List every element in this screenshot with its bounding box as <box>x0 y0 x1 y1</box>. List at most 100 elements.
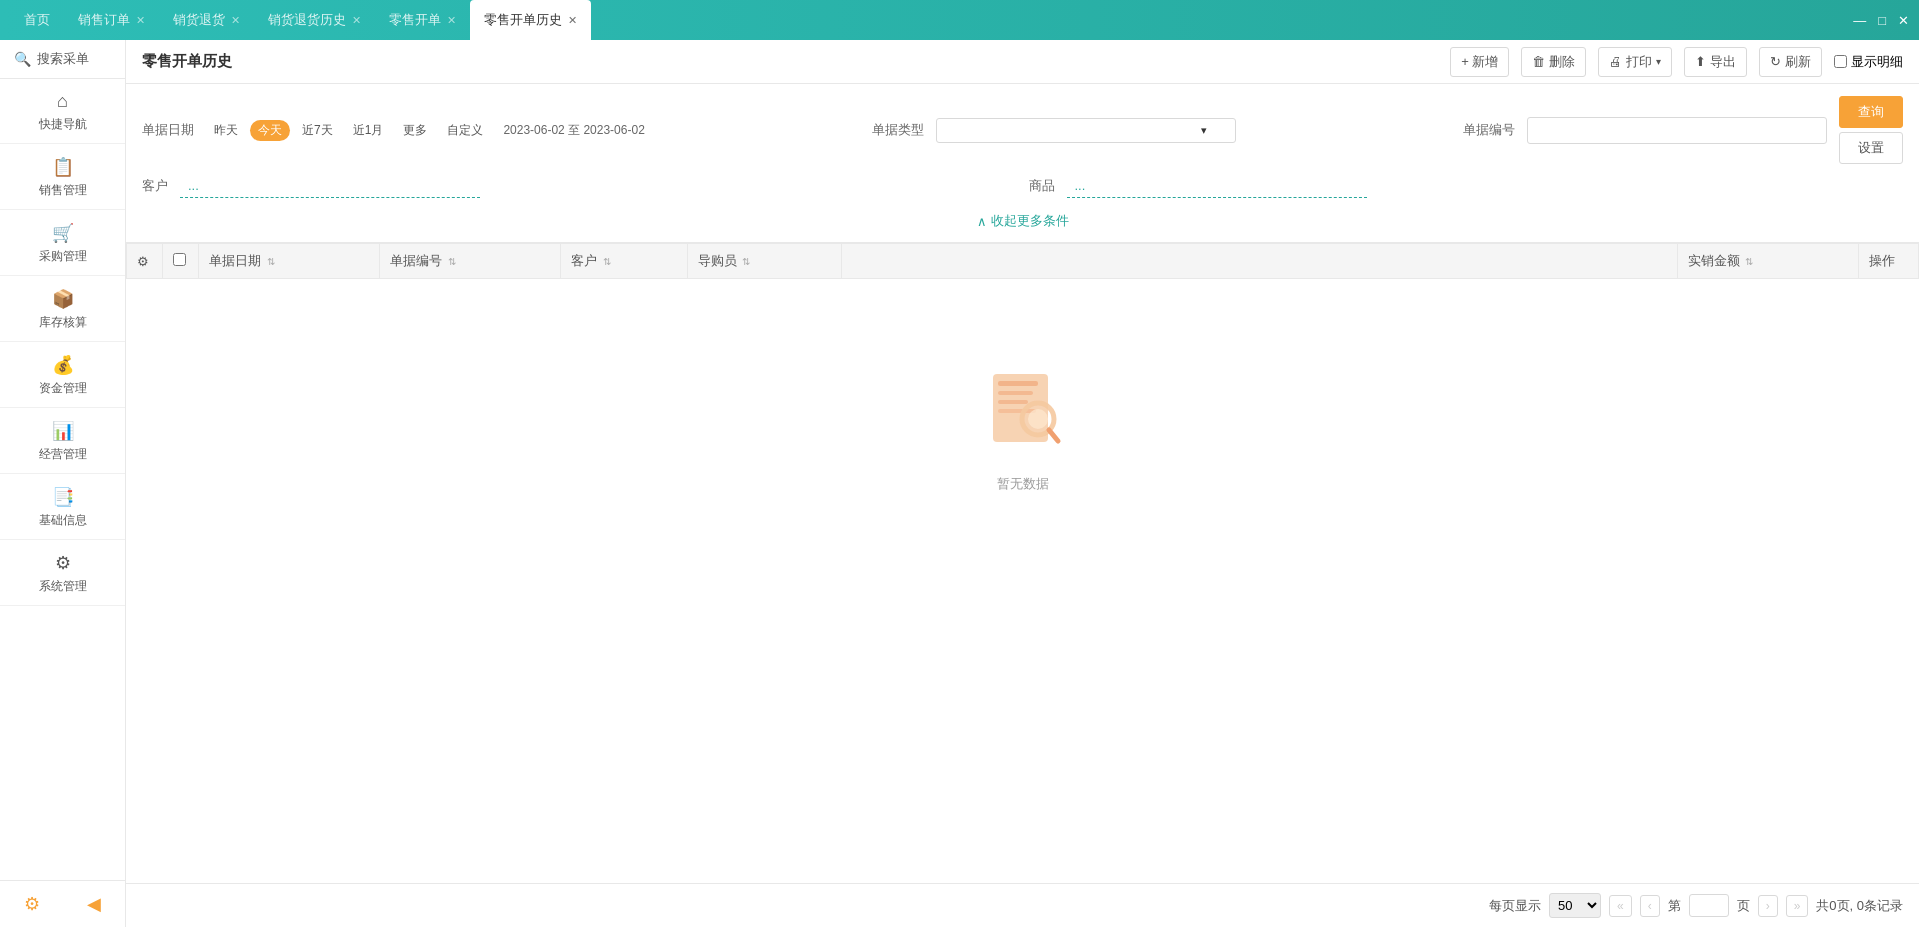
sidebar-item-inventory-label: 库存核算 <box>39 314 87 331</box>
inventory-icon: 📦 <box>52 288 74 310</box>
date-custom[interactable]: 自定义 <box>439 120 491 141</box>
sidebar-item-operations[interactable]: 📊 经营管理 <box>0 408 125 474</box>
collapse-label: 收起更多条件 <box>991 212 1069 230</box>
tab-sales-order[interactable]: 销售订单 ✕ <box>64 0 159 40</box>
product-input[interactable]: ... <box>1067 174 1367 198</box>
column-checkbox[interactable] <box>163 244 199 279</box>
print-button[interactable]: 🖨 🖨 打印 打印 ▾ <box>1598 47 1672 77</box>
sidebar-item-finance-label: 资金管理 <box>39 380 87 397</box>
query-button[interactable]: 查询 <box>1839 96 1903 128</box>
sidebar-item-basic-info-label: 基础信息 <box>39 512 87 529</box>
sidebar-item-purchase[interactable]: 🛒 采购管理 <box>0 210 125 276</box>
sidebar-item-finance[interactable]: 💰 资金管理 <box>0 342 125 408</box>
date-today[interactable]: 今天 <box>250 120 290 141</box>
sidebar-item-system-label: 系统管理 <box>39 578 87 595</box>
sidebar-item-quicknav[interactable]: ⌂ 快捷导航 <box>0 79 125 144</box>
total-info: 共0页, 0条记录 <box>1816 897 1903 915</box>
export-button[interactable]: ⬆ 导出 <box>1684 47 1747 77</box>
tab-retail-order[interactable]: 零售开单 ✕ <box>375 0 470 40</box>
column-spacer <box>841 244 1677 279</box>
page-header: 零售开单历史 + 新增 🗑 删除 🖨 🖨 打印 打印 ▾ ⬆ 导出 ↻ 刷新 显… <box>126 40 1919 84</box>
date-shortcuts: 昨天 今天 近7天 近1月 更多 自定义 <box>206 120 491 141</box>
tab-retail-order-close[interactable]: ✕ <box>447 14 456 27</box>
svg-rect-1 <box>998 381 1038 386</box>
bill-no-input[interactable] <box>1527 117 1827 144</box>
minimize-icon[interactable]: — <box>1853 13 1866 28</box>
column-amount-label: 实销金额 <box>1688 253 1740 268</box>
export-icon: ⬆ <box>1695 54 1706 69</box>
column-customer[interactable]: 客户 ⇅ <box>561 244 688 279</box>
empty-text: 暂无数据 <box>997 475 1049 493</box>
tab-retail-history-close[interactable]: ✕ <box>568 14 577 27</box>
show-detail-label: 显示明细 <box>1851 53 1903 71</box>
column-action-label: 操作 <box>1869 253 1895 268</box>
collapse-up-icon: ∧ <box>977 214 987 229</box>
empty-state: 暂无数据 <box>127 279 1919 573</box>
data-table: ⚙ 单据日期 ⇅ 单据编号 ⇅ 客户 <box>126 243 1919 573</box>
empty-row: 暂无数据 <box>127 279 1919 574</box>
tab-retail-order-label: 零售开单 <box>389 11 441 29</box>
sidebar-search[interactable]: 🔍 搜索采单 <box>0 40 125 79</box>
prev-page-button[interactable]: ‹ <box>1640 895 1660 917</box>
tab-sales-return[interactable]: 销货退货 ✕ <box>159 0 254 40</box>
page-label: 页 <box>1737 897 1750 915</box>
sidebar-settings-icon[interactable]: ⚙ <box>24 893 40 915</box>
column-salesperson[interactable]: 导购员 ⇅ <box>687 244 841 279</box>
customer-label: 客户 <box>142 177 168 195</box>
delete-button[interactable]: 🗑 删除 <box>1521 47 1586 77</box>
bill-type-select[interactable]: ▾ <box>936 118 1236 143</box>
show-detail-checkbox-wrapper[interactable]: 显示明细 <box>1834 53 1903 71</box>
tab-home[interactable]: 首页 <box>10 0 64 40</box>
tab-home-label: 首页 <box>24 11 50 29</box>
last-page-button[interactable]: » <box>1786 895 1809 917</box>
date-1month[interactable]: 近1月 <box>345 120 392 141</box>
select-all-checkbox[interactable] <box>173 253 186 266</box>
page-number-input[interactable]: 1 <box>1689 894 1729 917</box>
pagination-bar: 每页显示 50 10 20 100 « ‹ 第 1 页 › » 共0页, 0条记… <box>126 883 1919 927</box>
purchase-icon: 🛒 <box>52 222 74 244</box>
tab-sales-return-history-label: 销货退货历史 <box>268 11 346 29</box>
add-button[interactable]: + 新增 <box>1450 47 1509 77</box>
next-page-button[interactable]: › <box>1758 895 1778 917</box>
sidebar-item-system[interactable]: ⚙ 系统管理 <box>0 540 125 606</box>
tab-sales-return-close[interactable]: ✕ <box>231 14 240 27</box>
sidebar-item-sales[interactable]: 📋 销售管理 <box>0 144 125 210</box>
bill-no-sort-icon: ⇅ <box>448 256 456 267</box>
refresh-button[interactable]: ↻ 刷新 <box>1759 47 1822 77</box>
date-7days[interactable]: 近7天 <box>294 120 341 141</box>
sidebar-item-sales-label: 销售管理 <box>39 182 87 199</box>
sidebar-search-label: 搜索采单 <box>37 50 89 68</box>
sidebar-item-inventory[interactable]: 📦 库存核算 <box>0 276 125 342</box>
tab-retail-history[interactable]: 零售开单历史 ✕ <box>470 0 591 40</box>
svg-rect-2 <box>998 391 1033 395</box>
basic-info-icon: 📑 <box>52 486 74 508</box>
product-label: 商品 <box>1029 177 1055 195</box>
collapse-button[interactable]: ∧ 收起更多条件 <box>977 212 1069 230</box>
tab-sales-return-history[interactable]: 销货退货历史 ✕ <box>254 0 375 40</box>
customer-input[interactable]: ... <box>180 174 480 198</box>
column-bill-no[interactable]: 单据编号 ⇅ <box>380 244 561 279</box>
tab-sales-order-close[interactable]: ✕ <box>136 14 145 27</box>
operations-icon: 📊 <box>52 420 74 442</box>
column-date[interactable]: 单据日期 ⇅ <box>199 244 380 279</box>
column-amount[interactable]: 实销金额 ⇅ <box>1677 244 1858 279</box>
customer-dots: ... <box>188 178 199 193</box>
sidebar-item-basic-info[interactable]: 📑 基础信息 <box>0 474 125 540</box>
maximize-icon[interactable]: □ <box>1878 13 1886 28</box>
table-body: 暂无数据 <box>127 279 1919 574</box>
column-settings[interactable]: ⚙ <box>127 244 163 279</box>
first-page-button[interactable]: « <box>1609 895 1632 917</box>
date-yesterday[interactable]: 昨天 <box>206 120 246 141</box>
page-size-select[interactable]: 50 10 20 100 <box>1549 893 1601 918</box>
date-more[interactable]: 更多 <box>395 120 435 141</box>
settings-button[interactable]: 设置 <box>1839 132 1903 164</box>
sidebar-collapse-icon[interactable]: ◀ <box>87 893 101 915</box>
bill-no-label: 单据编号 <box>1463 121 1515 139</box>
close-icon[interactable]: ✕ <box>1898 13 1909 28</box>
page-label-pre: 第 <box>1668 897 1681 915</box>
show-detail-checkbox[interactable] <box>1834 55 1847 68</box>
tab-sales-return-history-close[interactable]: ✕ <box>352 14 361 27</box>
product-dots: ... <box>1075 178 1086 193</box>
table-area: ⚙ 单据日期 ⇅ 单据编号 ⇅ 客户 <box>126 243 1919 883</box>
date-label: 单据日期 <box>142 121 194 139</box>
